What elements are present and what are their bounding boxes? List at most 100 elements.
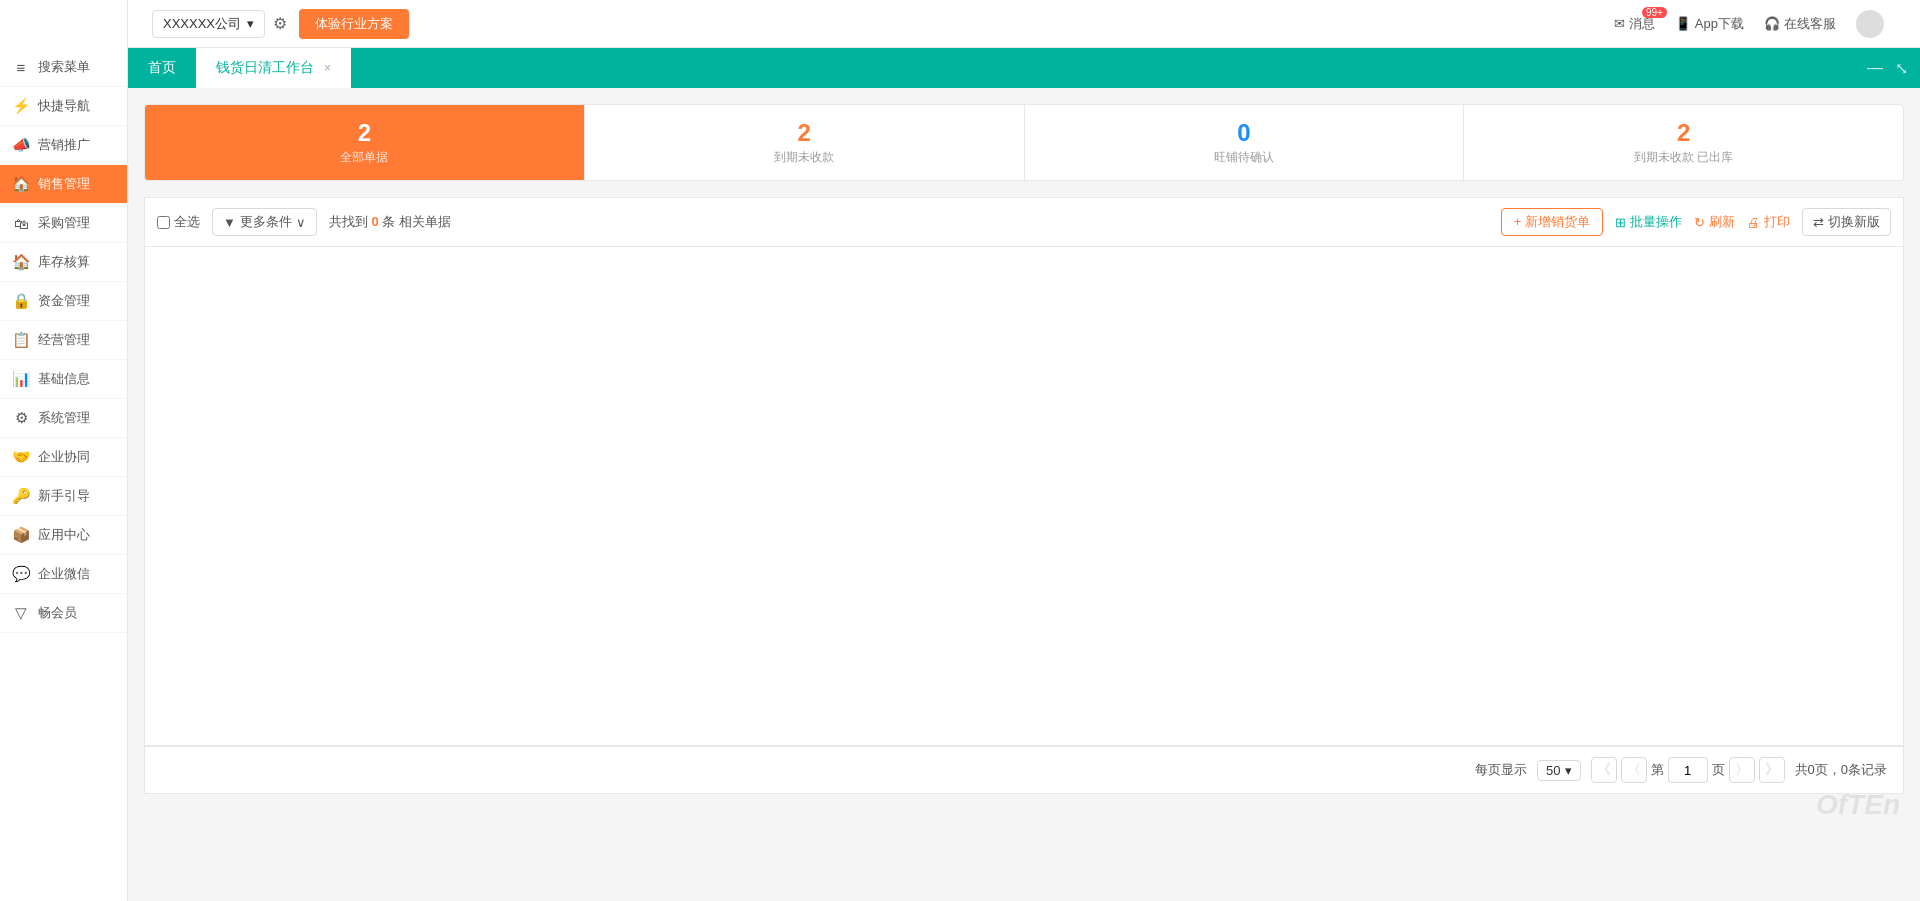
stat-label-all: 全部单据 bbox=[165, 149, 564, 166]
tab-bar-actions: — ⤡ bbox=[1867, 59, 1920, 78]
last-page-button[interactable]: 》 bbox=[1759, 757, 1785, 783]
select-all-text: 全选 bbox=[174, 213, 200, 231]
print-label: 打印 bbox=[1764, 213, 1790, 231]
app-download-label: App下载 bbox=[1695, 15, 1744, 33]
select-all-label[interactable]: 全选 bbox=[157, 213, 200, 231]
toolbar-left: 全选 ▼ 更多条件 ∨ 共找到 0 条 相关单据 bbox=[157, 208, 451, 236]
sales-icon: 🏠 bbox=[12, 175, 30, 193]
sidebar-item-app-center[interactable]: 📦 应用中心 bbox=[0, 516, 127, 555]
page-prefix: 第 bbox=[1651, 761, 1664, 779]
chevron-down-icon: ▾ bbox=[247, 16, 254, 31]
sidebar-item-cooperation[interactable]: 🤝 企业协同 bbox=[0, 438, 127, 477]
app-download-button[interactable]: 📱 App下载 bbox=[1675, 15, 1744, 33]
message-button[interactable]: ✉ 消息 99+ bbox=[1614, 15, 1655, 33]
stat-number-overdue: 2 bbox=[605, 119, 1004, 147]
sidebar-item-vip[interactable]: ▽ 畅会员 bbox=[0, 594, 127, 633]
stat-card-all[interactable]: 2 全部单据 bbox=[145, 105, 585, 180]
print-icon: 🖨 bbox=[1747, 215, 1760, 230]
sidebar-vip-label: 畅会员 bbox=[38, 604, 77, 622]
sidebar-item-finance[interactable]: 🔒 资金管理 bbox=[0, 282, 127, 321]
sidebar-wecom-label: 企业微信 bbox=[38, 565, 90, 583]
quick-nav-icon: ⚡ bbox=[12, 97, 30, 115]
tab-home[interactable]: 首页 bbox=[128, 48, 196, 88]
stat-label-overdue: 到期未收款 bbox=[605, 149, 1004, 166]
tab-work[interactable]: 钱货日清工作台 × bbox=[196, 48, 351, 88]
sidebar-item-purchase[interactable]: 🛍 采购管理 bbox=[0, 204, 127, 243]
sidebar-item-wecom[interactable]: 💬 企业微信 bbox=[0, 555, 127, 594]
found-text: 共找到 0 条 相关单据 bbox=[329, 213, 451, 231]
sidebar-system-label: 系统管理 bbox=[38, 409, 90, 427]
sidebar-item-system[interactable]: ⚙ 系统管理 bbox=[0, 399, 127, 438]
sidebar-cooperation-label: 企业协同 bbox=[38, 448, 90, 466]
online-service-button[interactable]: 🎧 在线客服 bbox=[1764, 15, 1836, 33]
company-selector[interactable]: XXXXXX公司 ▾ bbox=[152, 10, 265, 38]
marketing-icon: 📣 bbox=[12, 136, 30, 154]
sidebar-purchase-label: 采购管理 bbox=[38, 214, 90, 232]
header-right: ✉ 消息 99+ 📱 App下载 🎧 在线客服 bbox=[1614, 10, 1904, 38]
operations-icon: 📋 bbox=[12, 331, 30, 349]
per-page-label: 每页显示 bbox=[1475, 761, 1527, 779]
sidebar-basic-info-label: 基础信息 bbox=[38, 370, 90, 388]
sidebar-item-operations[interactable]: 📋 经营管理 bbox=[0, 321, 127, 360]
system-icon: ⚙ bbox=[12, 409, 30, 427]
switch-label: 切换新版 bbox=[1828, 213, 1880, 231]
tab-home-label: 首页 bbox=[148, 59, 176, 77]
tab-close-icon[interactable]: × bbox=[324, 61, 331, 75]
app-center-icon: 📦 bbox=[12, 526, 30, 544]
batch-label: 批量操作 bbox=[1630, 213, 1682, 231]
total-info: 共0页，0条记录 bbox=[1795, 761, 1887, 779]
sidebar-item-quick-nav[interactable]: ⚡ 快捷导航 bbox=[0, 87, 127, 126]
filter-button[interactable]: ▼ 更多条件 ∨ bbox=[212, 208, 317, 236]
sidebar-app-center-label: 应用中心 bbox=[38, 526, 90, 544]
sidebar-item-marketing[interactable]: 📣 营销推广 bbox=[0, 126, 127, 165]
stat-label-pending: 旺铺待确认 bbox=[1045, 149, 1444, 166]
stat-label-overdue-out: 到期未收款 已出库 bbox=[1484, 149, 1883, 166]
batch-ops-button[interactable]: ⊞ 批量操作 bbox=[1615, 213, 1682, 231]
toolbar-right: + 新增销货单 ⊞ 批量操作 ↻ 刷新 🖨 打印 ⇄ 切换新版 bbox=[1501, 208, 1891, 236]
trial-button[interactable]: 体验行业方案 bbox=[299, 9, 409, 39]
purchase-icon: 🛍 bbox=[12, 215, 30, 232]
found-prefix: 共找到 bbox=[329, 214, 368, 229]
sidebar-search-label: 搜索菜单 bbox=[38, 58, 90, 76]
service-icon: 🎧 bbox=[1764, 16, 1780, 31]
company-name: XXXXXX公司 bbox=[163, 15, 241, 33]
sidebar-finance-label: 资金管理 bbox=[38, 292, 90, 310]
sidebar-item-guide[interactable]: 🔑 新手引导 bbox=[0, 477, 127, 516]
tab-minimize-icon[interactable]: — bbox=[1867, 59, 1883, 77]
search-menu-icon: ≡ bbox=[12, 59, 30, 76]
page-nav: 《 〈 第 页 〉 》 bbox=[1591, 757, 1785, 783]
print-button[interactable]: 🖨 打印 bbox=[1747, 213, 1790, 231]
finance-icon: 🔒 bbox=[12, 292, 30, 310]
avatar[interactable] bbox=[1856, 10, 1884, 38]
stat-card-pending[interactable]: 0 旺铺待确认 bbox=[1025, 105, 1465, 180]
stat-card-overdue[interactable]: 2 到期未收款 bbox=[585, 105, 1025, 180]
filter-icon: ▼ bbox=[223, 215, 236, 230]
new-sale-button[interactable]: + 新增销货单 bbox=[1501, 208, 1603, 236]
select-all-checkbox[interactable] bbox=[157, 216, 170, 229]
found-unit: 条 bbox=[382, 214, 395, 229]
refresh-button[interactable]: ↻ 刷新 bbox=[1694, 213, 1735, 231]
guide-icon: 🔑 bbox=[12, 487, 30, 505]
sidebar-item-basic-info[interactable]: 📊 基础信息 bbox=[0, 360, 127, 399]
top-header: 6 畅捷通好生意 标准版 XXXXXX公司 ▾ ⚙ 体验行业方案 ✉ 消息 99… bbox=[0, 0, 1920, 48]
per-page-select[interactable]: 50 ▾ bbox=[1537, 760, 1580, 781]
switch-version-button[interactable]: ⇄ 切换新版 bbox=[1802, 208, 1891, 236]
tab-maximize-icon[interactable]: ⤡ bbox=[1895, 59, 1908, 78]
prev-page-button[interactable]: 〈 bbox=[1621, 757, 1647, 783]
sidebar-item-sales[interactable]: 🏠 销售管理 bbox=[0, 165, 127, 204]
first-page-button[interactable]: 《 bbox=[1591, 757, 1617, 783]
tab-bar: 首页 钱货日清工作台 × — ⤡ bbox=[128, 48, 1920, 88]
sidebar-operations-label: 经营管理 bbox=[38, 331, 90, 349]
table-empty bbox=[145, 247, 1903, 697]
next-page-button[interactable]: 〉 bbox=[1729, 757, 1755, 783]
stat-card-overdue-out[interactable]: 2 到期未收款 已出库 bbox=[1464, 105, 1903, 180]
sidebar-item-search[interactable]: ≡ 搜索菜单 bbox=[0, 48, 127, 87]
sidebar-inventory-label: 库存核算 bbox=[38, 253, 90, 271]
stat-number-all: 2 bbox=[165, 119, 564, 147]
sidebar: ≡ 搜索菜单 ⚡ 快捷导航 📣 营销推广 🏠 销售管理 🛍 采购管理 🏠 库存核… bbox=[0, 0, 128, 901]
stat-number-overdue-out: 2 bbox=[1484, 119, 1883, 147]
settings-icon[interactable]: ⚙ bbox=[273, 14, 287, 33]
page-number-input[interactable] bbox=[1668, 757, 1708, 783]
page-suffix: 页 bbox=[1712, 761, 1725, 779]
sidebar-item-inventory[interactable]: 🏠 库存核算 bbox=[0, 243, 127, 282]
